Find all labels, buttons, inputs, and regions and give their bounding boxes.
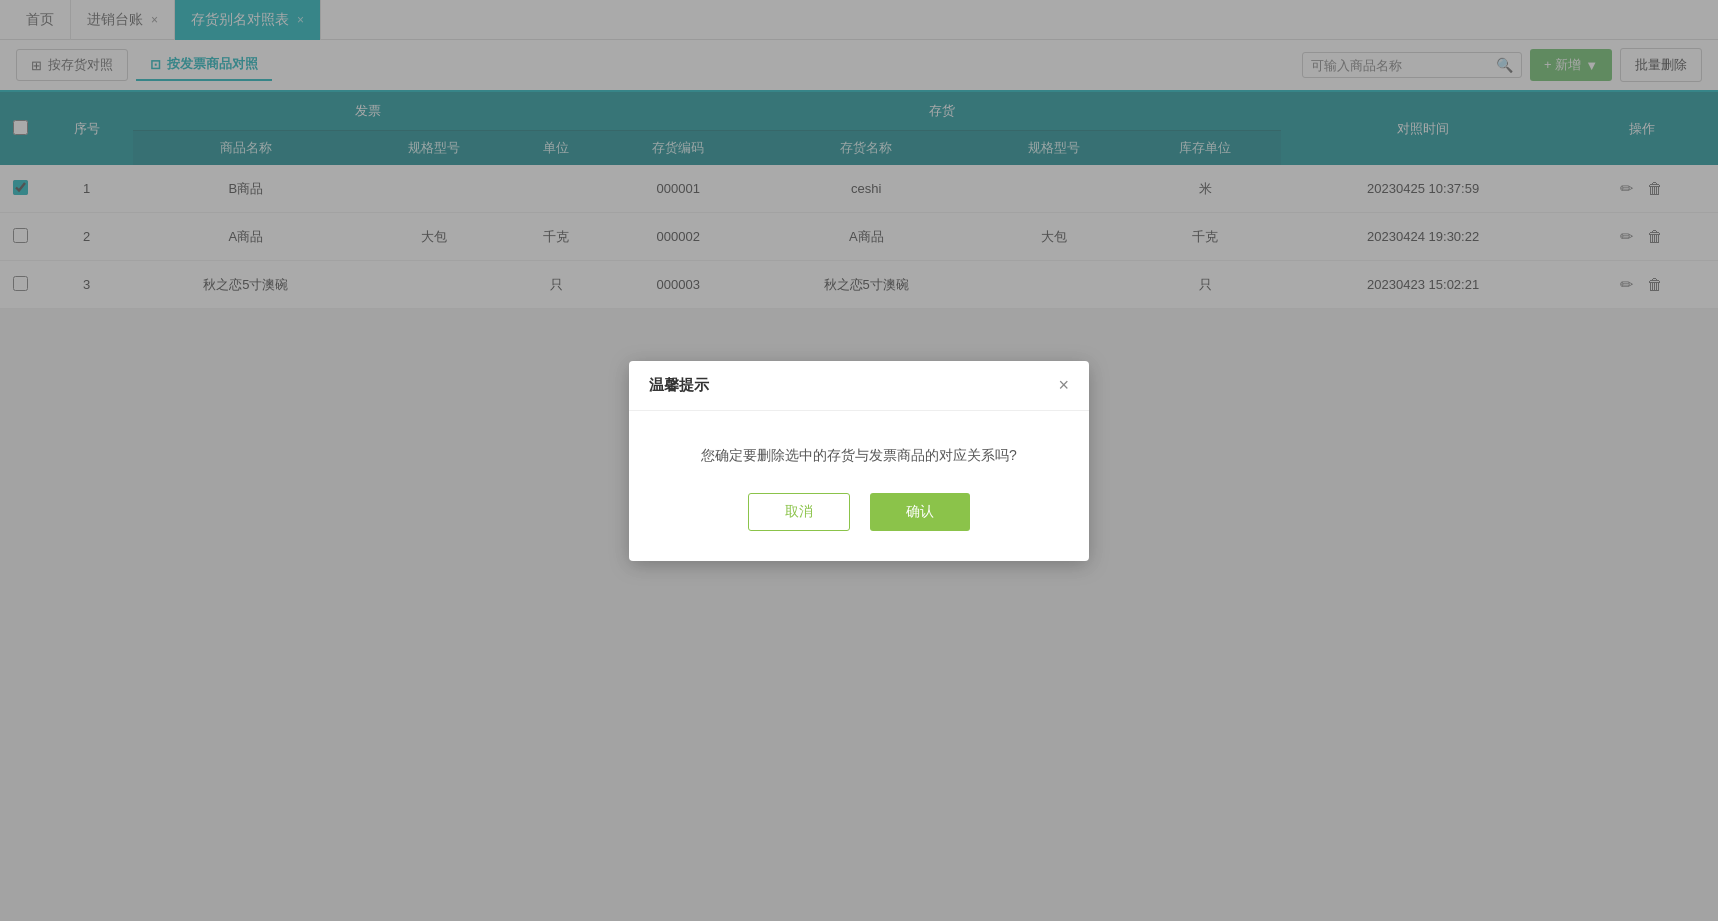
modal-overlay: 温馨提示 × 您确定要删除选中的存货与发票商品的对应关系吗? 取消 确认	[0, 0, 1718, 309]
